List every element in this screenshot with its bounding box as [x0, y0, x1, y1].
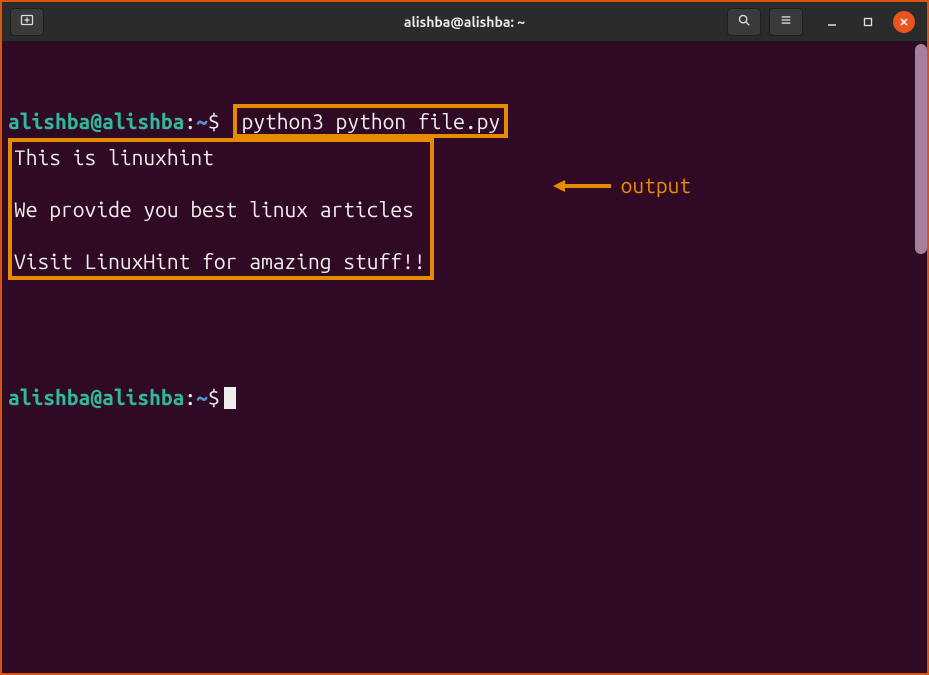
maximize-icon: [863, 13, 873, 31]
minimize-button[interactable]: [821, 11, 843, 33]
close-icon: [899, 13, 909, 31]
output-annotation: output: [482, 146, 691, 224]
window-title: alishba@alishba: ~: [404, 14, 525, 30]
terminal-cursor: [224, 387, 236, 409]
prompt-user-host: alishba@alishba: [8, 109, 184, 133]
output-blank-2: [14, 222, 426, 248]
hamburger-icon: [779, 13, 793, 31]
window-titlebar: alishba@alishba: ~: [2, 2, 927, 42]
new-tab-button[interactable]: [10, 8, 44, 36]
prompt-user-host-2: alishba@alishba: [8, 385, 184, 409]
arrow-icon: [482, 146, 611, 224]
close-button[interactable]: [893, 11, 915, 33]
output-line-1: This is linuxhint: [14, 144, 426, 170]
search-button[interactable]: [727, 8, 761, 36]
maximize-button[interactable]: [857, 11, 879, 33]
minimize-icon: [827, 13, 837, 31]
terminal-body[interactable]: alishba@alishba:~$ python3 python file.p…: [2, 42, 927, 494]
annotation-label: output: [621, 172, 692, 198]
search-icon: [737, 13, 751, 31]
blank-after-output: [8, 306, 921, 332]
prompt-path-2: ~: [196, 385, 208, 409]
menu-button[interactable]: [769, 8, 803, 36]
command-highlight-box: python3 python file.py: [233, 104, 508, 138]
new-tab-icon: [19, 12, 35, 32]
output-blank-1: [14, 170, 426, 196]
scrollbar-thumb[interactable]: [915, 44, 927, 254]
output-line-2: We provide you best linux articles: [14, 196, 426, 222]
prompt-line-2: alishba@alishba:~$: [8, 384, 921, 410]
command-text: python3 python file.py: [241, 109, 500, 133]
output-highlight-box: This is linuxhint We provide you best li…: [8, 138, 434, 280]
prompt-separator-2: :: [184, 385, 196, 409]
output-line-3: Visit LinuxHint for amazing stuff!!: [14, 248, 426, 274]
prompt-dollar: $: [208, 109, 220, 133]
prompt-dollar-2: $: [208, 385, 220, 409]
window-controls: [821, 11, 915, 33]
titlebar-left: [10, 8, 44, 36]
titlebar-right: [727, 8, 919, 36]
prompt-separator: :: [184, 109, 196, 133]
command-line: alishba@alishba:~$ python3 python file.p…: [8, 104, 921, 138]
prompt-path: ~: [196, 109, 208, 133]
